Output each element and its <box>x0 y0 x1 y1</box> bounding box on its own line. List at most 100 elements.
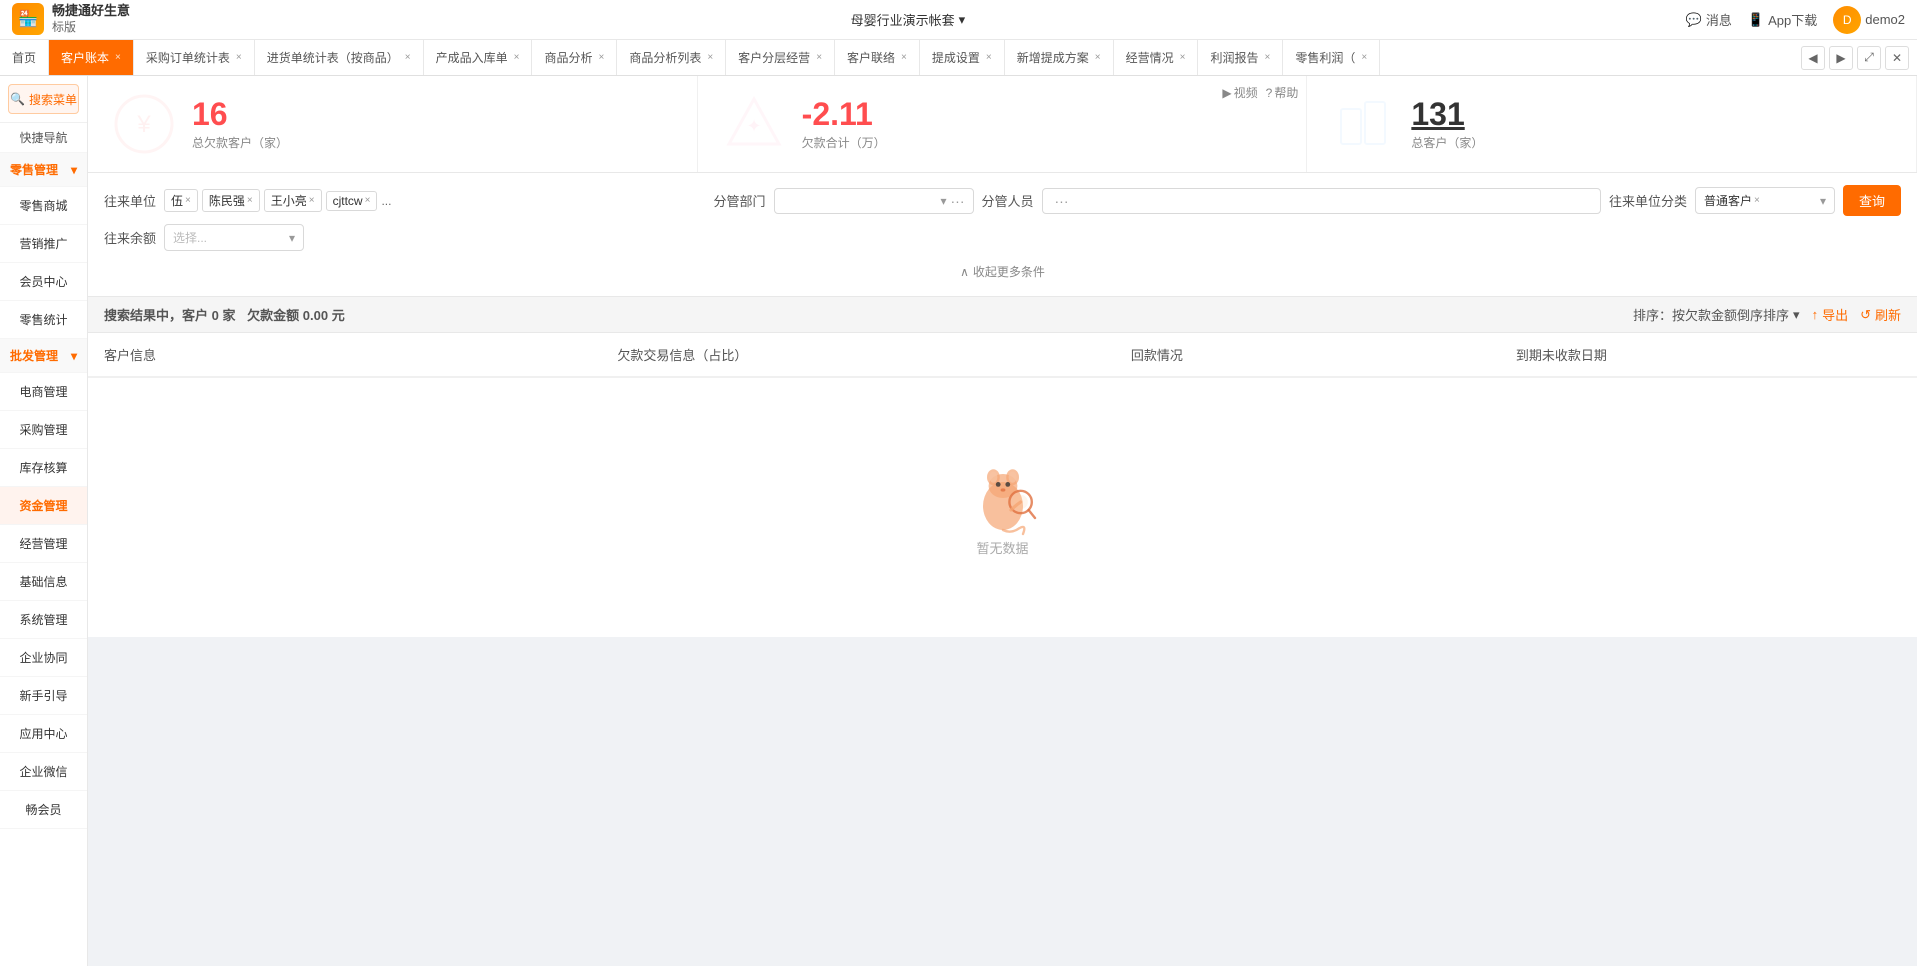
person-dots[interactable]: ··· <box>1055 193 1069 209</box>
content-area: ¥ 16 总欠款客户（家） ✦ -2.11 欠款合计（万） <box>88 76 1917 966</box>
logo-icon: 🏪 <box>12 3 44 35</box>
nav-close-btn[interactable]: ✕ <box>1885 46 1909 70</box>
sidebar-item-ecommerce[interactable]: 电商管理 <box>0 373 87 411</box>
sort-select[interactable]: 排序：按欠款金额倒序排序 ▾ <box>1633 305 1800 324</box>
empty-state: 暂无数据 <box>88 378 1917 637</box>
export-btn[interactable]: ↑ 导出 <box>1812 305 1849 324</box>
branch-dept-select[interactable]: ▾ ··· <box>774 188 974 214</box>
remove-tag-wu[interactable]: × <box>185 195 191 206</box>
close-cost-tab[interactable]: × <box>514 52 520 63</box>
from-balance-label: 往来余额 <box>104 228 156 247</box>
total-customers-icon <box>1331 92 1395 156</box>
type-arrow-icon: ▾ <box>1820 194 1826 208</box>
stats-bar: ¥ 16 总欠款客户（家） ✦ -2.11 欠款合计（万） <box>88 76 1917 173</box>
sidebar-item-purchase[interactable]: 采购管理 <box>0 411 87 449</box>
sidebar-item-ops[interactable]: 经营管理 <box>0 525 87 563</box>
th-customer-info: 客户信息 <box>104 345 617 364</box>
remove-tag-cjttcw[interactable]: × <box>365 195 371 206</box>
close-segment-tab[interactable]: × <box>816 52 822 63</box>
nav-expand-btn[interactable]: ⤢ <box>1857 46 1881 70</box>
close-new-raise-tab[interactable]: × <box>1095 52 1101 63</box>
sort-arrow-icon: ▾ <box>1793 307 1800 323</box>
top-bar: 🏪 畅捷通好生意 标版 母婴行业演示帐套 ▾ 💬 消息 📱 App下载 D de… <box>0 0 1917 40</box>
collapse-filters-btn[interactable]: ∧ 收起更多条件 <box>104 259 1901 284</box>
tab-accounts[interactable]: 客户账本 × <box>49 40 134 76</box>
message-btn[interactable]: 💬 消息 <box>1686 10 1732 29</box>
home-tab-label: 首页 <box>12 49 36 66</box>
sidebar-item-retail-stats[interactable]: 零售统计 <box>0 301 87 339</box>
close-profit-tab[interactable]: × <box>1264 52 1270 63</box>
sidebar-item-enterprise-wechat[interactable]: 企业微信 <box>0 753 87 791</box>
total-customers-value: 131 <box>1411 98 1483 130</box>
search-menu-btn[interactable]: 🔍 搜索菜单 <box>8 84 79 114</box>
close-list-tab[interactable]: × <box>707 52 713 63</box>
app-download-btn[interactable]: 📱 App下载 <box>1748 10 1817 29</box>
filter-more-tags[interactable]: ... <box>381 194 391 208</box>
collapse-icon: ∧ <box>960 265 969 279</box>
remove-tag-chen[interactable]: × <box>247 195 253 206</box>
sidebar-item-member-center[interactable]: 会员中心 <box>0 263 87 301</box>
filter-row-2: 往来余额 选择... ▾ <box>104 224 1901 251</box>
sidebar-item-inventory[interactable]: 库存核算 <box>0 449 87 487</box>
sidebar-item-new-guide[interactable]: 新手引导 <box>0 677 87 715</box>
tab-cost-inbound[interactable]: 产成品入库单 × <box>424 40 533 76</box>
tab-new-raise[interactable]: 新增提成方案 × <box>1005 40 1114 76</box>
remove-tag-wang[interactable]: × <box>309 195 315 206</box>
dept-dots[interactable]: ··· <box>951 193 965 209</box>
branch-person-select[interactable]: ··· <box>1042 188 1601 214</box>
sidebar-item-retail-mall[interactable]: 零售商城 <box>0 187 87 225</box>
branch-dept-label: 分管部门 <box>713 191 765 210</box>
tab-customer-segment[interactable]: 客户分层经营 × <box>726 40 835 76</box>
user-menu[interactable]: D demo2 <box>1833 6 1905 34</box>
credit-total-value: -2.11 <box>802 98 886 130</box>
sidebar-item-system[interactable]: 系统管理 <box>0 601 87 639</box>
sidebar-item-app-center[interactable]: 应用中心 <box>0 715 87 753</box>
refresh-btn[interactable]: ↺ 刷新 <box>1860 305 1901 324</box>
empty-text: 暂无数据 <box>976 538 1028 557</box>
tab-home[interactable]: 首页 <box>0 40 49 76</box>
close-accounts-tab[interactable]: × <box>115 52 121 63</box>
close-product-tab[interactable]: × <box>598 52 604 63</box>
tab-product-analysis[interactable]: 商品分析 × <box>532 40 617 76</box>
balance-select[interactable]: 选择... ▾ <box>164 224 304 251</box>
close-retail-profit-tab[interactable]: × <box>1361 52 1367 63</box>
close-raise-tab[interactable]: × <box>986 52 992 63</box>
th-repayment: 回款情况 <box>1131 345 1516 364</box>
sidebar-item-retail-mgmt[interactable]: 零售管理 ▾ <box>0 153 87 187</box>
sidebar-item-enterprise-collab[interactable]: 企业协同 <box>0 639 87 677</box>
store-selector[interactable]: 母婴行业演示帐套 ▾ <box>843 10 974 29</box>
close-contact-tab[interactable]: × <box>901 52 907 63</box>
tab-raise-settings[interactable]: 提成设置 × <box>920 40 1005 76</box>
help-btn[interactable]: ? 帮助 <box>1266 84 1299 101</box>
accounts-tab-label: 客户账本 <box>61 49 109 66</box>
tab-product-analysis-list[interactable]: 商品分析列表 × <box>617 40 726 76</box>
nav-next-btn[interactable]: ▶ <box>1829 46 1853 70</box>
filter-area: 往来单位 伍 × 陈民强 × 王小亮 × cjttcw <box>88 173 1917 297</box>
credit-customers-label: 总欠款客户（家） <box>192 134 288 151</box>
stat-credit-total: ✦ -2.11 欠款合计（万） ▶ 视频 ? 帮助 <box>698 76 1308 172</box>
tab-retail-profit[interactable]: 零售利润（ × <box>1283 40 1380 76</box>
tab-customer-contact[interactable]: 客户联络 × <box>835 40 920 76</box>
close-inbound-tab[interactable]: × <box>405 52 411 63</box>
sidebar-item-wholesale-mgmt[interactable]: 批发管理 ▾ <box>0 339 87 373</box>
svg-text:✦: ✦ <box>746 116 761 136</box>
tab-profit-report[interactable]: 利润报告 × <box>1198 40 1283 76</box>
sidebar-item-vip[interactable]: 畅会员 <box>0 791 87 829</box>
sidebar-item-marketing[interactable]: 营销推广 <box>0 225 87 263</box>
sidebar-quick-nav[interactable]: 快捷导航 <box>0 123 87 153</box>
close-purchase-tab[interactable]: × <box>236 52 242 63</box>
from-unit-label: 往来单位 <box>104 191 156 210</box>
close-biz-tab[interactable]: × <box>1180 52 1186 63</box>
tab-purchase-order[interactable]: 采购订单统计表 × <box>134 40 255 76</box>
logo-text: 畅捷通好生意 标版 <box>52 3 130 35</box>
tab-business-status[interactable]: 经营情况 × <box>1114 40 1199 76</box>
remove-customer-type[interactable]: × <box>1754 195 1760 206</box>
filter-tags: 伍 × 陈民强 × 王小亮 × cjttcw × ... <box>164 189 705 212</box>
tab-inbound-stats[interactable]: 进货单统计表（按商品） × <box>255 40 424 76</box>
sidebar-item-basic-info[interactable]: 基础信息 <box>0 563 87 601</box>
unit-type-select[interactable]: 普通客户 × ▾ <box>1695 187 1835 214</box>
nav-prev-btn[interactable]: ◀ <box>1801 46 1825 70</box>
sidebar-item-finance[interactable]: 资金管理 <box>0 487 87 525</box>
query-button[interactable]: 查询 <box>1843 185 1901 216</box>
video-help-btn[interactable]: ▶ 视频 <box>1222 84 1257 101</box>
